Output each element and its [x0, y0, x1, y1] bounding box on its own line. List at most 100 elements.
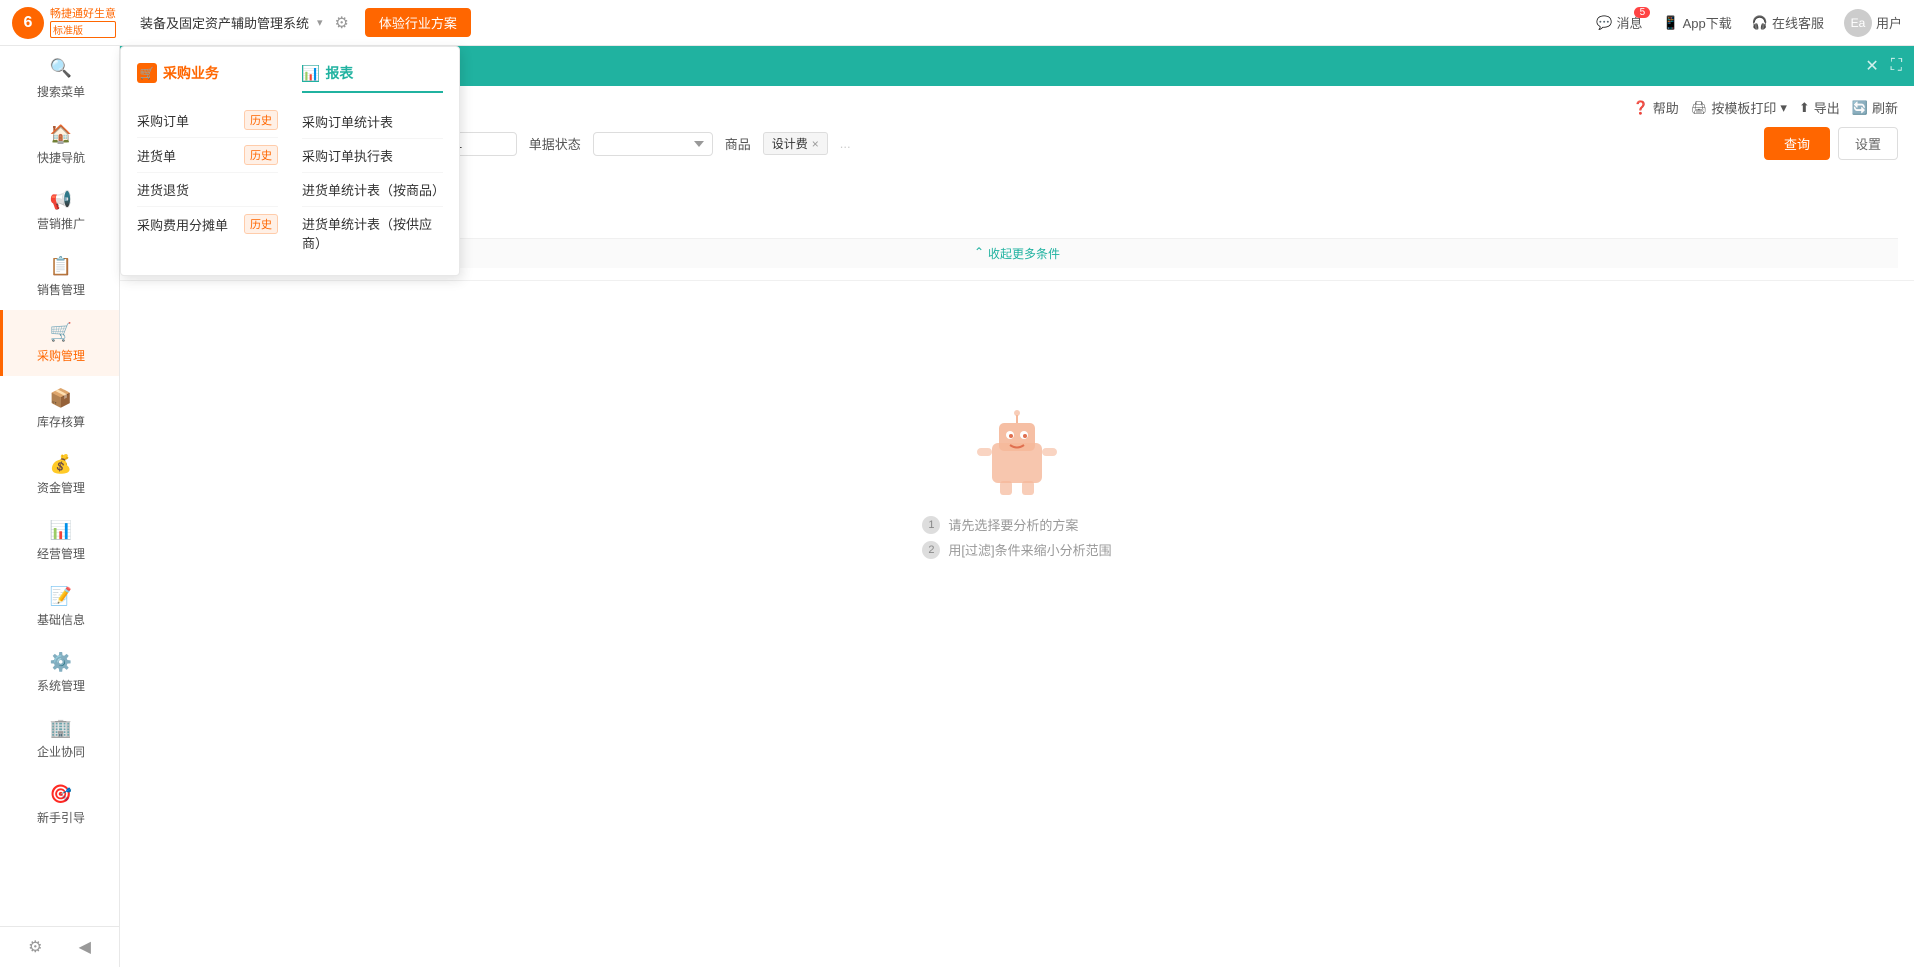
empty-hint-1: 1 请先选择要分析的方案 [922, 515, 1111, 534]
system-title: 装备及固定资产辅助管理系统 ▾ ⚙ 体验行业方案 [140, 8, 1596, 37]
tab-actions: ✕ ⛶ [1861, 54, 1914, 78]
document-status-label: 单据状态 [529, 134, 581, 153]
help-icon: ❓ [1633, 100, 1649, 116]
sidebar-item-sales[interactable]: 📋 销售管理 [0, 244, 119, 310]
dropdown-columns: 🛒 采购业务 采购订单 历史 进货单 历史 进货退货 采购费用分摊单 历史 📊 [137, 63, 443, 259]
logo-icon: 6 [12, 7, 44, 39]
user-btn[interactable]: Ea 用户 [1844, 9, 1902, 37]
print-btn[interactable]: 🖨 按模板打印 ▾ [1691, 98, 1787, 117]
empty-state: 1 请先选择要分析的方案 2 用[过滤]条件来缩小分析范围 [120, 281, 1914, 681]
dropdown-item-purchase-order[interactable]: 采购订单 历史 [137, 103, 278, 138]
goods-tag: 设计费 × [763, 132, 828, 155]
headset-icon: 🎧 [1752, 15, 1768, 31]
sidebar-label-inventory: 库存核算 [37, 413, 85, 430]
expense-history: 历史 [244, 214, 278, 234]
sidebar-item-marketing[interactable]: 📢 营销推广 [0, 178, 119, 244]
query-btn[interactable]: 查询 [1764, 127, 1830, 160]
logo-area: 6 畅捷通好生意 标准版 [12, 7, 132, 39]
purchase-col-title: 🛒 采购业务 [137, 63, 278, 91]
collapse-icon: ⌃ [974, 245, 984, 262]
goods-more[interactable]: ... [840, 136, 851, 151]
query-actions: 查询 设置 [1764, 127, 1898, 160]
online-service-label: 在线客服 [1772, 13, 1824, 32]
search-icon: 🔍 [50, 58, 72, 79]
print-arrow: ▾ [1780, 100, 1787, 116]
expense-label: 采购费用分摊单 [137, 215, 228, 234]
sidebar-label-operations: 经营管理 [37, 545, 85, 562]
purchase-icon: 🛒 [50, 322, 72, 343]
sidebar-item-newuser[interactable]: 🎯 新手引导 [0, 772, 119, 838]
message-icon: 💬 [1596, 15, 1612, 31]
phone-icon: 📱 [1662, 15, 1678, 31]
dropdown-item-order-exec[interactable]: 采购订单执行表 [302, 139, 443, 173]
refresh-label: 刷新 [1872, 98, 1898, 117]
system-title-arrow[interactable]: ▾ [317, 16, 323, 29]
messages-badge: 5 [1634, 7, 1650, 18]
dropdown-item-expense[interactable]: 采购费用分摊单 历史 [137, 207, 278, 241]
help-label: 帮助 [1653, 98, 1679, 117]
help-btn[interactable]: ❓ 帮助 [1633, 98, 1679, 117]
purchase-title-text: 采购业务 [163, 63, 219, 83]
purchase-col-icon: 🛒 [137, 63, 157, 83]
app-download-label: App下载 [1683, 13, 1732, 32]
dropdown-item-incoming-stat-goods[interactable]: 进货单统计表（按商品） [302, 173, 443, 207]
sidebar-settings-btn[interactable]: ⚙ [28, 937, 42, 957]
sidebar-item-basic[interactable]: 📝 基础信息 [0, 574, 119, 640]
goods-tag-text: 设计费 [772, 135, 808, 152]
online-service-btn[interactable]: 🎧 在线客服 [1752, 13, 1824, 32]
incoming-history: 历史 [244, 145, 278, 165]
logo-char: 6 [24, 14, 33, 32]
operations-icon: 📊 [50, 520, 72, 541]
sidebar-item-purchase[interactable]: 🛒 采购管理 [0, 310, 119, 376]
sidebar-item-finance[interactable]: 💰 资金管理 [0, 442, 119, 508]
system-icon: ⚙️ [50, 652, 72, 673]
sidebar-item-enterprise[interactable]: 🏢 企业协同 [0, 706, 119, 772]
toolbar-right: ❓ 帮助 🖨 按模板打印 ▾ ⬆ 导出 🔄 [1633, 98, 1898, 117]
app-download-btn[interactable]: 📱 App下载 [1662, 13, 1731, 32]
export-btn[interactable]: ⬆ 导出 [1799, 98, 1840, 117]
dropdown-item-order-stat[interactable]: 采购订单统计表 [302, 105, 443, 139]
dropdown-item-return[interactable]: 进货退货 [137, 173, 278, 207]
sidebar-item-search[interactable]: 🔍 搜索菜单 [0, 46, 119, 112]
sidebar-bottom: ⚙ ◀ [0, 926, 119, 967]
document-status-select[interactable] [593, 132, 713, 156]
dropdown-col-report: 📊 报表 采购订单统计表 采购订单执行表 进货单统计表（按商品） 进货单统计表（… [302, 63, 443, 259]
user-initial: Ea [1851, 16, 1866, 30]
header-right: 💬 消息 5 📱 App下载 🎧 在线客服 Ea 用户 [1596, 9, 1902, 37]
top-header: 6 畅捷通好生意 标准版 装备及固定资产辅助管理系统 ▾ ⚙ 体验行业方案 💬 … [0, 0, 1914, 46]
goods-label: 商品 [725, 134, 751, 153]
dropdown-item-incoming[interactable]: 进货单 历史 [137, 138, 278, 173]
sidebar-label-basic: 基础信息 [37, 611, 85, 628]
refresh-btn[interactable]: 🔄 刷新 [1852, 98, 1898, 117]
goods-tag-remove[interactable]: × [812, 137, 819, 151]
tab-expand-btn[interactable]: ⛶ [1887, 55, 1906, 77]
dropdown-item-incoming-stat-supplier[interactable]: 进货单统计表（按供应商） [302, 207, 443, 259]
sidebar-item-operations[interactable]: 📊 经营管理 [0, 508, 119, 574]
basic-icon: 📝 [50, 586, 72, 607]
hint-num-1: 1 [922, 516, 940, 534]
newuser-icon: 🎯 [50, 784, 72, 805]
set-btn[interactable]: 设置 [1838, 127, 1898, 160]
sidebar-item-inventory[interactable]: 📦 库存核算 [0, 376, 119, 442]
settings-icon[interactable]: ⚙ [335, 13, 349, 33]
hint-text-2: 用[过滤]条件来缩小分析范围 [948, 540, 1111, 559]
sidebar-label-enterprise: 企业协同 [37, 743, 85, 760]
sidebar-label-purchase: 采购管理 [37, 347, 85, 364]
sidebar-item-system[interactable]: ⚙️ 系统管理 [0, 640, 119, 706]
sidebar-label-finance: 资金管理 [37, 479, 85, 496]
sidebar-label-sales: 销售管理 [37, 281, 85, 298]
tab-close-btn[interactable]: ✕ [1861, 54, 1882, 78]
empty-svg [967, 403, 1067, 503]
logo-tag: 标准版 [50, 21, 116, 38]
return-label: 进货退货 [137, 180, 189, 199]
purchase-dropdown-menu: 🛒 采购业务 采购订单 历史 进货单 历史 进货退货 采购费用分摊单 历史 📊 [120, 46, 460, 276]
sidebar-collapse-btn[interactable]: ◀ [79, 937, 91, 957]
export-label: 导出 [1814, 98, 1840, 117]
messages-btn[interactable]: 💬 消息 5 [1596, 13, 1642, 32]
report-title-text: 报表 [325, 63, 353, 83]
user-avatar: Ea [1844, 9, 1872, 37]
industry-btn[interactable]: 体验行业方案 [365, 8, 471, 37]
enterprise-icon: 🏢 [50, 718, 72, 739]
sidebar-item-quicknav[interactable]: 🏠 快捷导航 [0, 112, 119, 178]
empty-hints: 1 请先选择要分析的方案 2 用[过滤]条件来缩小分析范围 [922, 515, 1111, 559]
